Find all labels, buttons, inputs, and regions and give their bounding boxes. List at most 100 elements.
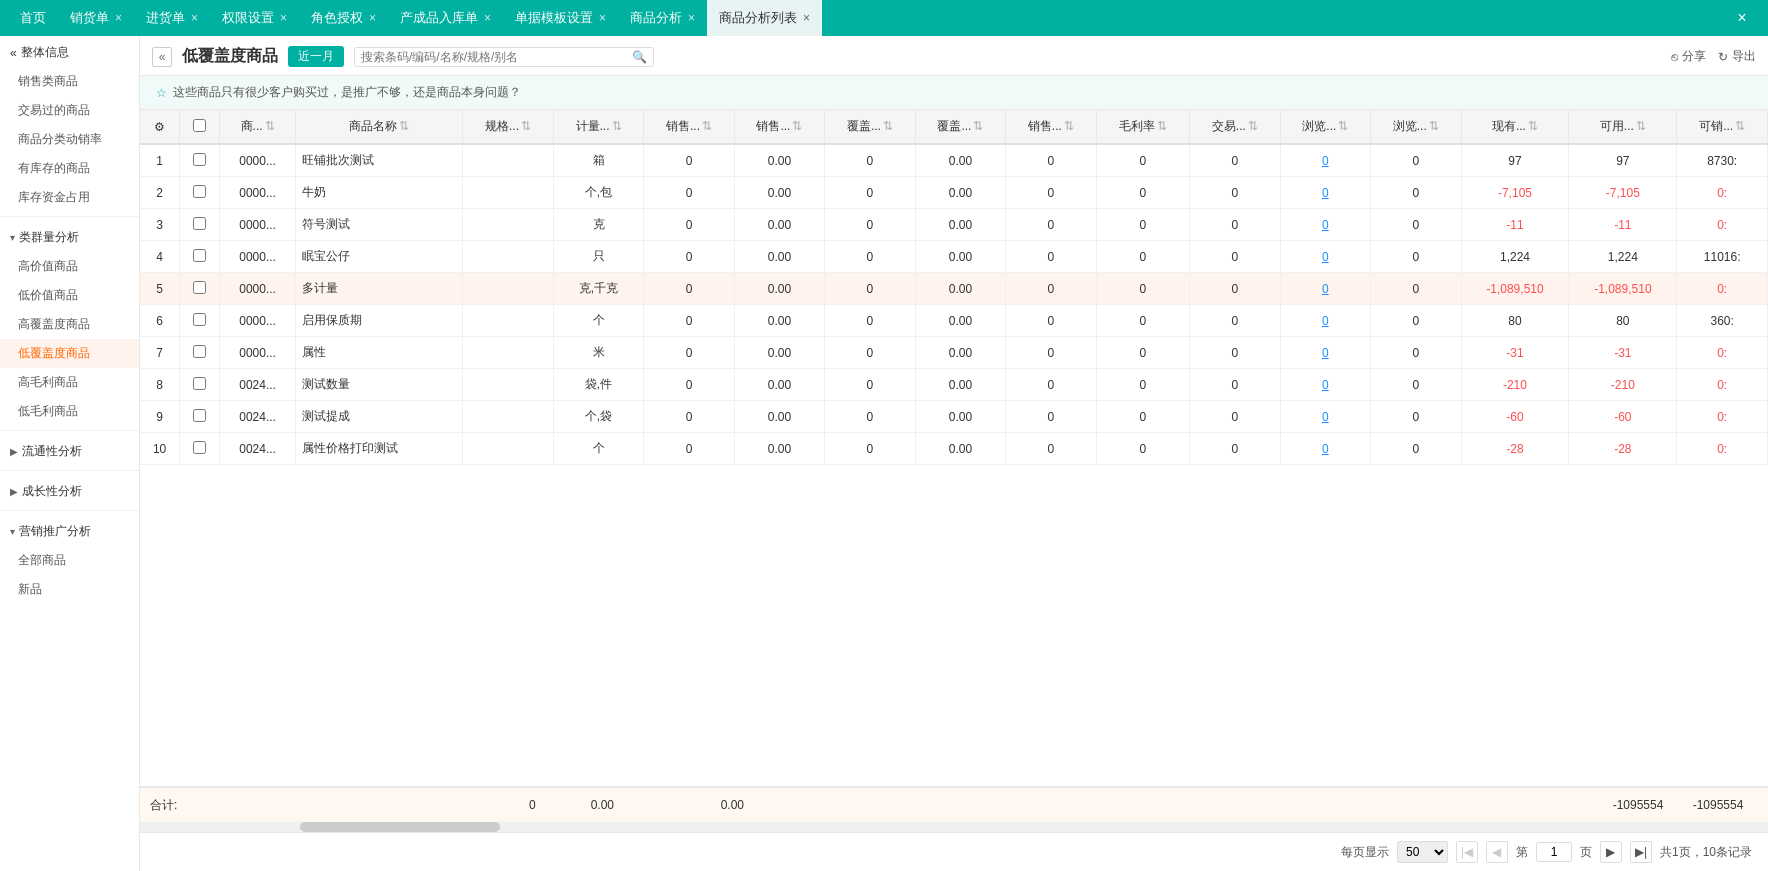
nav-template-settings[interactable]: 单据模板设置 × bbox=[503, 0, 618, 36]
row-checkbox[interactable] bbox=[193, 409, 206, 422]
share-button[interactable]: ⎋ 分享 bbox=[1671, 48, 1706, 65]
sidebar-item-low-margin[interactable]: 低毛利商品 bbox=[0, 397, 139, 426]
cell-browse1[interactable]: 0 bbox=[1280, 433, 1370, 465]
cell-checkbox[interactable] bbox=[180, 369, 220, 401]
col-trade[interactable]: 交易...⇅ bbox=[1190, 110, 1280, 144]
cell-cover1: 0 bbox=[825, 337, 915, 369]
sidebar-section-growth[interactable]: ▶ 成长性分析 bbox=[0, 475, 139, 506]
row-checkbox[interactable] bbox=[193, 249, 206, 262]
sidebar-collapse-button[interactable]: « bbox=[152, 47, 172, 67]
cell-checkbox[interactable] bbox=[180, 401, 220, 433]
cell-checkbox[interactable] bbox=[180, 241, 220, 273]
nav-role-auth[interactable]: 角色授权 × bbox=[299, 0, 388, 36]
cell-checkbox[interactable] bbox=[180, 273, 220, 305]
per-page-select[interactable]: 50 100 200 bbox=[1397, 841, 1448, 863]
cell-browse1[interactable]: 0 bbox=[1280, 369, 1370, 401]
col-sales1[interactable]: 销售...⇅ bbox=[644, 110, 734, 144]
cell-browse1[interactable]: 0 bbox=[1280, 337, 1370, 369]
export-button[interactable]: ↻ 导出 bbox=[1718, 48, 1756, 65]
nav-product-storage-close[interactable]: × bbox=[484, 0, 491, 36]
nav-product-analysis-list[interactable]: 商品分析列表 × bbox=[707, 0, 822, 36]
cell-checkbox[interactable] bbox=[180, 209, 220, 241]
horizontal-scrollbar[interactable] bbox=[140, 822, 1768, 832]
last-page-button[interactable]: ▶| bbox=[1630, 841, 1652, 863]
sidebar-item-sales-goods[interactable]: 销售类商品 bbox=[0, 67, 139, 96]
sidebar-item-all-goods[interactable]: 全部商品 bbox=[0, 546, 139, 575]
sidebar-item-traded-goods[interactable]: 交易过的商品 bbox=[0, 96, 139, 125]
row-checkbox[interactable] bbox=[193, 441, 206, 454]
sidebar-item-low-value[interactable]: 低价值商品 bbox=[0, 281, 139, 310]
row-checkbox[interactable] bbox=[193, 281, 206, 294]
date-filter-button[interactable]: 近一月 bbox=[288, 46, 344, 67]
page-input[interactable] bbox=[1536, 842, 1572, 862]
nav-product-analysis-list-close[interactable]: × bbox=[803, 0, 810, 36]
col-sales2[interactable]: 销售...⇅ bbox=[734, 110, 824, 144]
prev-page-button[interactable]: ◀ bbox=[1486, 841, 1508, 863]
col-browse2[interactable]: 浏览...⇅ bbox=[1371, 110, 1461, 144]
cell-browse1[interactable]: 0 bbox=[1280, 401, 1370, 433]
nav-permission-settings[interactable]: 权限设置 × bbox=[210, 0, 299, 36]
row-checkbox[interactable] bbox=[193, 313, 206, 326]
search-input[interactable] bbox=[361, 50, 628, 64]
cell-browse1[interactable]: 0 bbox=[1280, 305, 1370, 337]
row-checkbox[interactable] bbox=[193, 153, 206, 166]
sidebar-section-marketing[interactable]: ▾ 营销推广分析 bbox=[0, 515, 139, 546]
select-all-checkbox[interactable] bbox=[193, 119, 206, 132]
sidebar-item-high-value[interactable]: 高价值商品 bbox=[0, 252, 139, 281]
sidebar-item-category-rate[interactable]: 商品分类动销率 bbox=[0, 125, 139, 154]
nav-purchase-order[interactable]: 进货单 × bbox=[134, 0, 210, 36]
cell-browse1[interactable]: 0 bbox=[1280, 241, 1370, 273]
row-checkbox[interactable] bbox=[193, 217, 206, 230]
nav-product-analysis[interactable]: 商品分析 × bbox=[618, 0, 707, 36]
col-cover2[interactable]: 覆盖...⇅ bbox=[915, 110, 1005, 144]
search-icon[interactable]: 🔍 bbox=[632, 50, 647, 64]
nav-sales-order-close[interactable]: × bbox=[115, 0, 122, 36]
col-spec[interactable]: 规格...⇅ bbox=[463, 110, 553, 144]
col-name[interactable]: 商品名称⇅ bbox=[296, 110, 463, 144]
nav-purchase-order-close[interactable]: × bbox=[191, 0, 198, 36]
sidebar-item-stocked-goods[interactable]: 有库存的商品 bbox=[0, 154, 139, 183]
sidebar-item-low-coverage[interactable]: 低覆盖度商品 bbox=[0, 339, 139, 368]
col-code[interactable]: 商...⇅ bbox=[220, 110, 296, 144]
scrollbar-thumb[interactable] bbox=[300, 822, 500, 832]
cell-checkbox[interactable] bbox=[180, 305, 220, 337]
sidebar-section-overall[interactable]: « 整体信息 bbox=[0, 36, 139, 67]
col-cover1[interactable]: 覆盖...⇅ bbox=[825, 110, 915, 144]
sidebar-item-inventory-funds[interactable]: 库存资金占用 bbox=[0, 183, 139, 212]
col-sales3[interactable]: 销售...⇅ bbox=[1006, 110, 1096, 144]
row-checkbox[interactable] bbox=[193, 377, 206, 390]
col-saleable[interactable]: 可销...⇅ bbox=[1677, 110, 1768, 144]
nav-permission-close[interactable]: × bbox=[280, 0, 287, 36]
col-gross-margin[interactable]: 毛利率⇅ bbox=[1096, 110, 1190, 144]
nav-product-analysis-close[interactable]: × bbox=[688, 0, 695, 36]
row-checkbox[interactable] bbox=[193, 185, 206, 198]
cell-checkbox[interactable] bbox=[180, 144, 220, 177]
cell-browse1[interactable]: 0 bbox=[1280, 273, 1370, 305]
row-checkbox[interactable] bbox=[193, 345, 206, 358]
first-page-button[interactable]: |◀ bbox=[1456, 841, 1478, 863]
col-settings[interactable]: ⚙ bbox=[140, 110, 180, 144]
cell-browse1[interactable]: 0 bbox=[1280, 177, 1370, 209]
col-browse1[interactable]: 浏览...⇅ bbox=[1280, 110, 1370, 144]
cell-checkbox[interactable] bbox=[180, 433, 220, 465]
sidebar-item-high-margin[interactable]: 高毛利商品 bbox=[0, 368, 139, 397]
nav-home[interactable]: 首页 bbox=[8, 0, 58, 36]
sidebar-item-new-goods[interactable]: 新品 bbox=[0, 575, 139, 604]
col-checkbox[interactable] bbox=[180, 110, 220, 144]
nav-role-auth-close[interactable]: × bbox=[369, 0, 376, 36]
sidebar-section-liquidity[interactable]: ▶ 流通性分析 bbox=[0, 435, 139, 466]
col-current[interactable]: 现有...⇅ bbox=[1461, 110, 1569, 144]
cell-checkbox[interactable] bbox=[180, 337, 220, 369]
cell-checkbox[interactable] bbox=[180, 177, 220, 209]
sidebar-item-high-coverage[interactable]: 高覆盖度商品 bbox=[0, 310, 139, 339]
nav-product-storage[interactable]: 产成品入库单 × bbox=[388, 0, 503, 36]
sidebar-section-group[interactable]: ▾ 类群量分析 bbox=[0, 221, 139, 252]
cell-browse1[interactable]: 0 bbox=[1280, 209, 1370, 241]
cell-browse1[interactable]: 0 bbox=[1280, 144, 1370, 177]
next-page-button[interactable]: ▶ bbox=[1600, 841, 1622, 863]
col-unit[interactable]: 计量...⇅ bbox=[553, 110, 643, 144]
nav-template-close[interactable]: × bbox=[599, 0, 606, 36]
window-close-button[interactable]: × bbox=[1724, 0, 1760, 36]
nav-sales-order[interactable]: 销货单 × bbox=[58, 0, 134, 36]
col-available[interactable]: 可用...⇅ bbox=[1569, 110, 1677, 144]
